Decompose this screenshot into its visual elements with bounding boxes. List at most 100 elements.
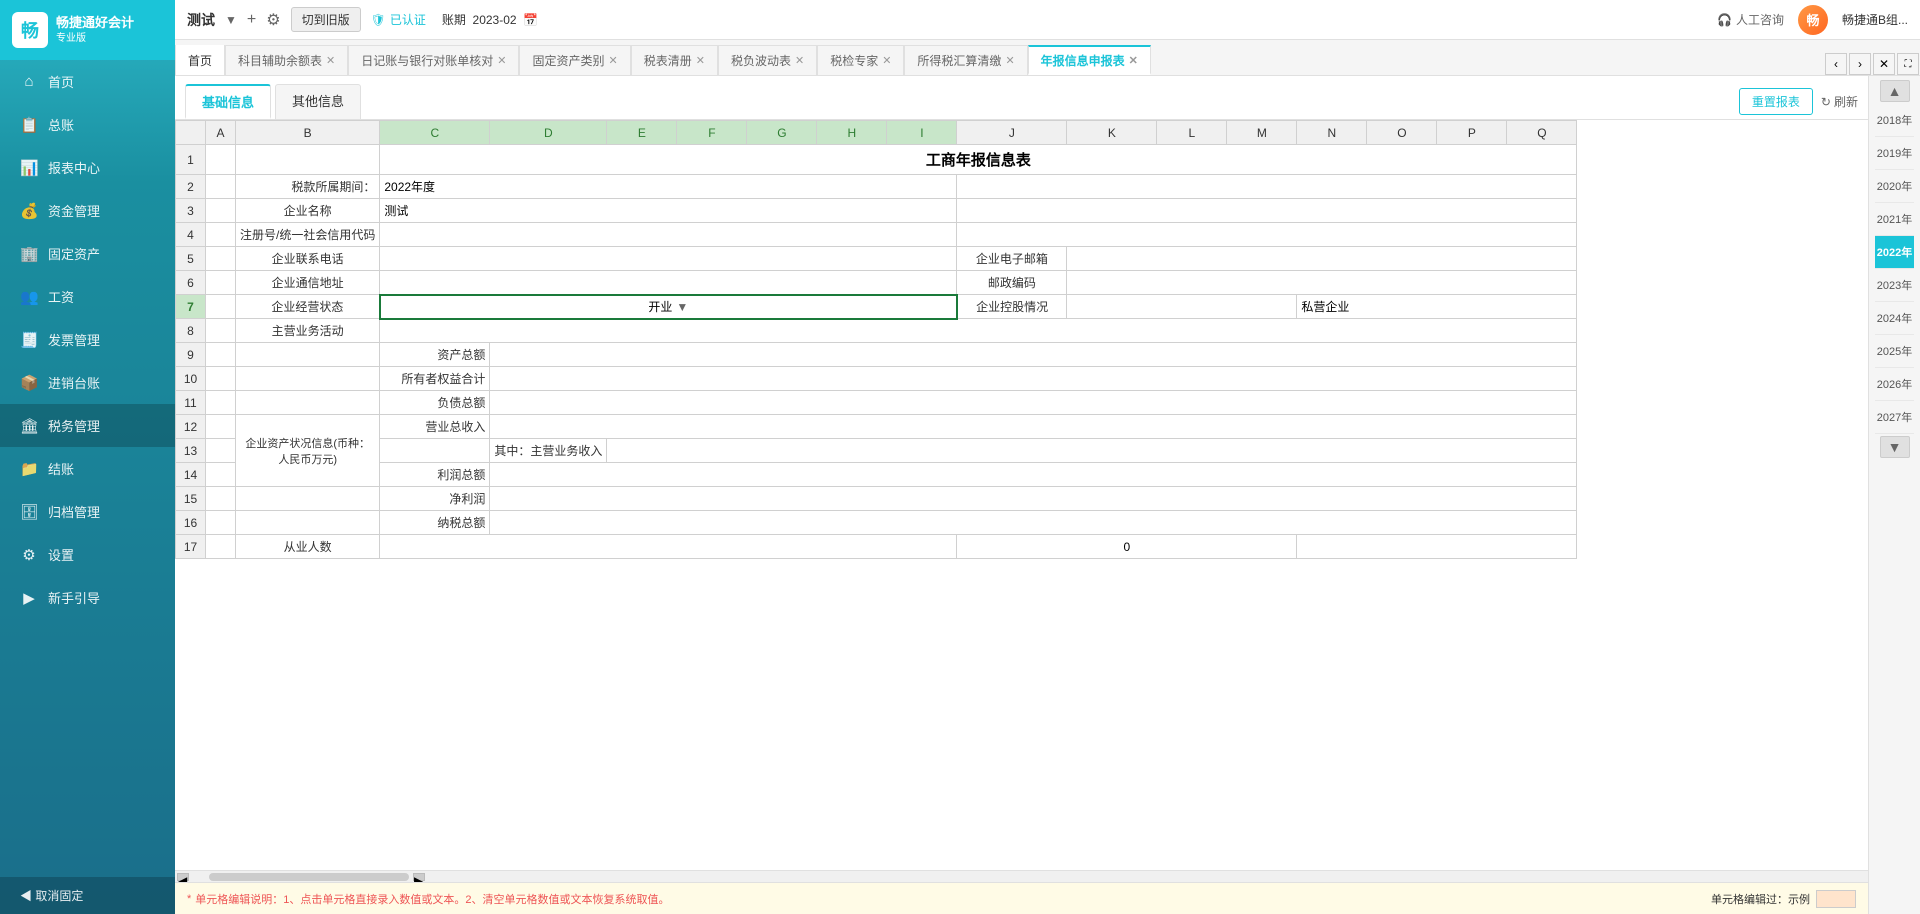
cell-16b[interactable] xyxy=(236,511,380,535)
cell-5k[interactable] xyxy=(1067,247,1577,271)
cell-2j[interactable] xyxy=(957,175,1577,199)
cell-4c[interactable] xyxy=(380,223,957,247)
cell-17a[interactable] xyxy=(206,535,236,559)
tab-close-tax_inspection[interactable]: ✕ xyxy=(882,54,891,67)
cell-7k[interactable] xyxy=(1067,295,1297,319)
col-header-h[interactable]: H xyxy=(817,121,887,145)
cell-6a[interactable] xyxy=(206,271,236,295)
cell-5c[interactable] xyxy=(380,247,957,271)
sidebar-item-close[interactable]: 📁结账 xyxy=(0,447,175,490)
tab-tax_fluctuation[interactable]: 税负波动表✕ xyxy=(718,45,817,75)
tab-other-info[interactable]: 其他信息 xyxy=(275,84,361,119)
cell-12a[interactable] xyxy=(206,415,236,439)
cell-14d[interactable] xyxy=(490,463,1577,487)
col-header-n[interactable]: N xyxy=(1297,121,1367,145)
year-item-2024年[interactable]: 2024年 xyxy=(1875,302,1914,335)
year-item-2025年[interactable]: 2025年 xyxy=(1875,335,1914,368)
cell-15b[interactable] xyxy=(236,487,380,511)
cell-2c[interactable]: 2022年度 xyxy=(380,175,957,199)
cell-17n[interactable] xyxy=(1297,535,1577,559)
sidebar-item-payroll[interactable]: 👥工资 xyxy=(0,275,175,318)
cell-11a[interactable] xyxy=(206,391,236,415)
tab-close-button[interactable]: ✕ xyxy=(1873,53,1895,75)
tab-aux_balance[interactable]: 科目辅助余额表✕ xyxy=(225,45,348,75)
col-header-j[interactable]: J xyxy=(957,121,1067,145)
year-item-2023年[interactable]: 2023年 xyxy=(1875,269,1914,302)
tab-close-aux_balance[interactable]: ✕ xyxy=(326,54,335,67)
year-item-2019年[interactable]: 2019年 xyxy=(1875,137,1914,170)
year-item-2026年[interactable]: 2026年 xyxy=(1875,368,1914,401)
tab-close-journal[interactable]: ✕ xyxy=(497,54,506,67)
sidebar-item-inventory[interactable]: 📦进销台账 xyxy=(0,361,175,404)
col-header-k[interactable]: K xyxy=(1067,121,1157,145)
tab-home[interactable]: 首页 xyxy=(175,45,225,75)
tab-close-annual_report[interactable]: ✕ xyxy=(1129,54,1138,67)
cell-15a[interactable] xyxy=(206,487,236,511)
col-header-d[interactable]: D xyxy=(490,121,607,145)
col-header-p[interactable]: P xyxy=(1437,121,1507,145)
cell-9b[interactable] xyxy=(236,343,380,367)
sidebar-item-tax[interactable]: 🏛税务管理 xyxy=(0,404,175,447)
tab-income_tax[interactable]: 所得税汇算清缴✕ xyxy=(904,45,1027,75)
tab-annual_report[interactable]: 年报信息申报表✕ xyxy=(1028,45,1151,75)
tab-tax_form[interactable]: 税表清册✕ xyxy=(631,45,718,75)
col-header-a[interactable]: A xyxy=(206,121,236,145)
add-button[interactable]: + xyxy=(247,11,256,29)
hscroll-track[interactable] xyxy=(209,873,409,881)
sidebar-item-guide[interactable]: ▶新手引导 xyxy=(0,576,175,619)
cell-8a[interactable] xyxy=(206,319,236,343)
year-item-2022年[interactable]: 2022年 xyxy=(1875,236,1914,269)
cell-6c[interactable] xyxy=(380,271,957,295)
tab-prev-button[interactable]: ‹ xyxy=(1825,53,1847,75)
company-dropdown-icon[interactable]: ▼ xyxy=(225,13,237,27)
hscroll-left-btn[interactable]: ◀ xyxy=(177,873,189,881)
tab-close-tax_form[interactable]: ✕ xyxy=(696,54,705,67)
sidebar-item-ledger[interactable]: 📋总账 xyxy=(0,103,175,146)
cell-5a[interactable] xyxy=(206,247,236,271)
year-item-2027年[interactable]: 2027年 xyxy=(1875,401,1914,434)
tab-next-button[interactable]: › xyxy=(1849,53,1871,75)
cell-13a[interactable] xyxy=(206,439,236,463)
hscroll-right-btn[interactable]: ▶ xyxy=(413,873,425,881)
col-header-m[interactable]: M xyxy=(1227,121,1297,145)
cell-4a[interactable] xyxy=(206,223,236,247)
tab-basic-info[interactable]: 基础信息 xyxy=(185,84,271,119)
sidebar-item-reports[interactable]: 📊报表中心 xyxy=(0,146,175,189)
cell-4j[interactable] xyxy=(957,223,1577,247)
horizontal-scrollbar[interactable]: ◀ ▶ xyxy=(175,870,1868,882)
year-down-button[interactable]: ▼ xyxy=(1880,436,1910,458)
tab-close-tax_fluctuation[interactable]: ✕ xyxy=(795,54,804,67)
sidebar-item-funds[interactable]: 💰资金管理 xyxy=(0,189,175,232)
cell-10a[interactable] xyxy=(206,367,236,391)
col-header-o[interactable]: O xyxy=(1367,121,1437,145)
cell-8c[interactable] xyxy=(380,319,1577,343)
cell-7n[interactable]: 私营企业 xyxy=(1297,295,1577,319)
col-header-c[interactable]: C xyxy=(380,121,490,145)
tab-close-income_tax[interactable]: ✕ xyxy=(1005,54,1014,67)
year-item-2020年[interactable]: 2020年 xyxy=(1875,170,1914,203)
tab-tax_inspection[interactable]: 税检专家✕ xyxy=(817,45,904,75)
cell-17c[interactable] xyxy=(380,535,957,559)
col-header-g[interactable]: G xyxy=(747,121,817,145)
cell-7a[interactable] xyxy=(206,295,236,319)
cell-2a[interactable] xyxy=(206,175,236,199)
calendar-icon[interactable]: 📅 xyxy=(523,13,538,27)
cell-13e[interactable] xyxy=(607,439,1577,463)
tab-journal[interactable]: 日记账与银行对账单核对✕ xyxy=(348,45,519,75)
cell-13c[interactable] xyxy=(380,439,490,463)
cell-7c-dropdown[interactable]: 开业 ▼ xyxy=(380,295,957,319)
user-avatar[interactable]: 畅 xyxy=(1798,5,1828,35)
cell-3c[interactable]: 测试 xyxy=(380,199,957,223)
spreadsheet-wrapper[interactable]: A B C D E F G H I J K L M xyxy=(175,120,1868,870)
cell-6k[interactable] xyxy=(1067,271,1577,295)
col-header-i[interactable]: I xyxy=(887,121,957,145)
cell-1b[interactable] xyxy=(236,145,380,175)
year-item-2018年[interactable]: 2018年 xyxy=(1875,104,1914,137)
year-up-button[interactable]: ▲ xyxy=(1880,80,1910,102)
col-header-b[interactable]: B xyxy=(236,121,380,145)
col-header-q[interactable]: Q xyxy=(1507,121,1577,145)
col-header-f[interactable]: F xyxy=(677,121,747,145)
cell-16a[interactable] xyxy=(206,511,236,535)
sidebar-item-invoices[interactable]: 🧾发票管理 xyxy=(0,318,175,361)
cell-10b[interactable] xyxy=(236,367,380,391)
